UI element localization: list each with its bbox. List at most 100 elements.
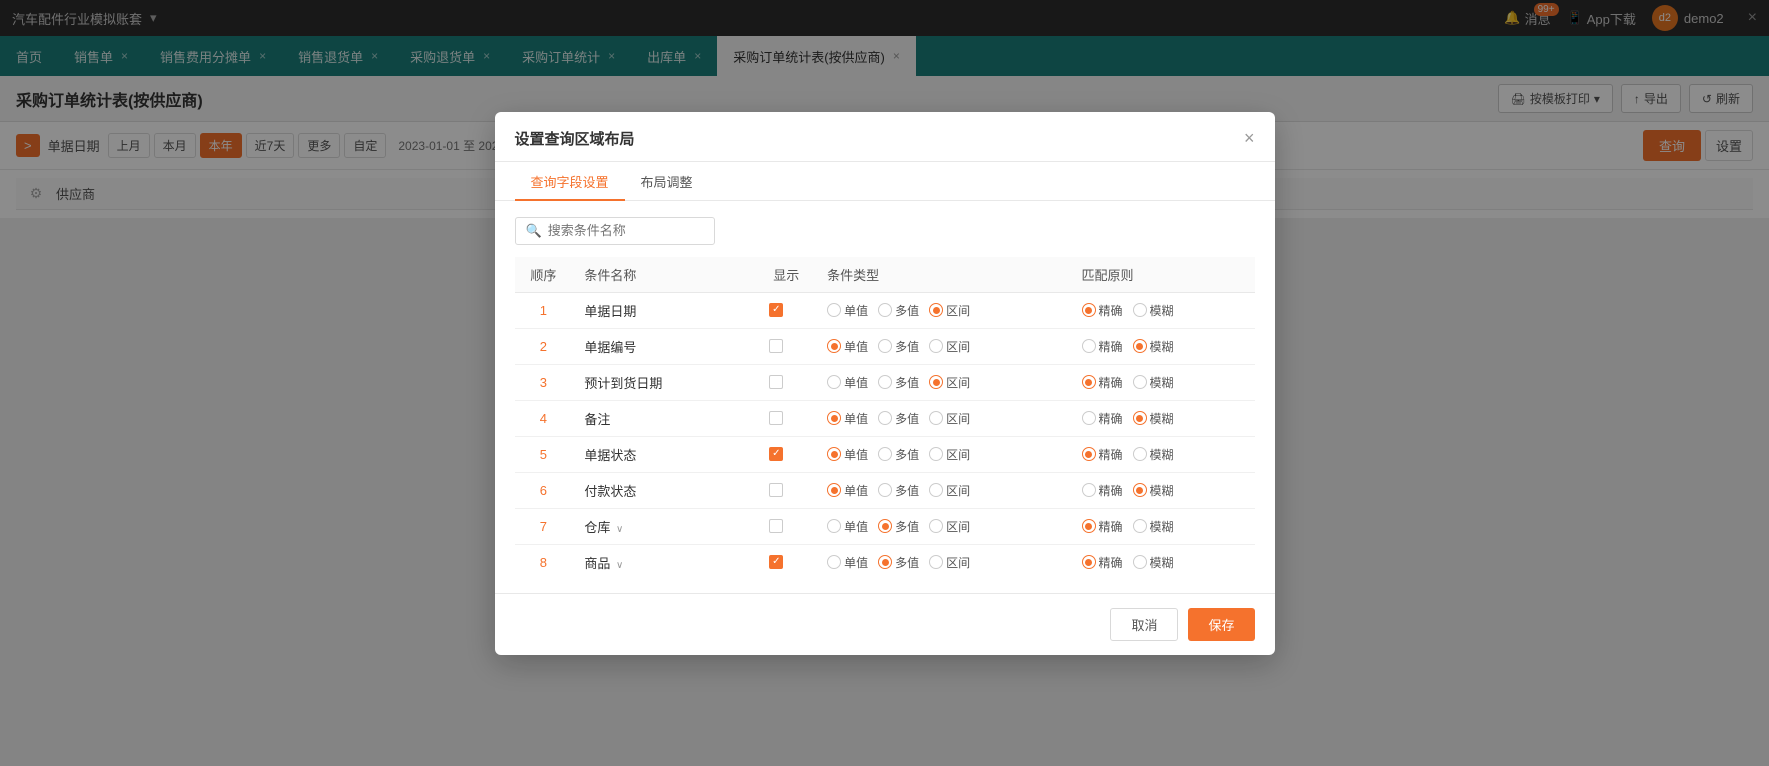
- row-display: [757, 400, 815, 436]
- type-radio-item[interactable]: 多值: [878, 410, 919, 427]
- match-radio-item[interactable]: 精确: [1082, 302, 1123, 319]
- display-checkbox[interactable]: [769, 411, 783, 425]
- type-radio-item[interactable]: 区间: [929, 302, 970, 319]
- search-input[interactable]: [548, 223, 724, 238]
- row-name: 备注: [572, 400, 757, 436]
- radio-circle: [1133, 483, 1147, 497]
- modal-tab-query-fields[interactable]: 查询字段设置: [515, 162, 625, 201]
- type-radio-item[interactable]: 多值: [878, 374, 919, 391]
- type-radio-item[interactable]: 单值: [827, 446, 868, 463]
- row-match: 精确模糊: [1070, 508, 1255, 544]
- row-order: 5: [515, 436, 573, 472]
- row-name: 单据状态: [572, 436, 757, 472]
- type-radio-item[interactable]: 区间: [929, 482, 970, 499]
- type-radio-item[interactable]: 多值: [878, 518, 919, 535]
- radio-circle: [1133, 411, 1147, 425]
- match-radio-item[interactable]: 模糊: [1133, 410, 1174, 427]
- condition-search-bar: 🔍: [515, 217, 715, 245]
- col-match: 匹配原则: [1070, 257, 1255, 293]
- type-radio-item[interactable]: 单值: [827, 482, 868, 499]
- radio-circle: [929, 447, 943, 461]
- match-radio-item[interactable]: 精确: [1082, 482, 1123, 499]
- type-radio-item[interactable]: 区间: [929, 338, 970, 355]
- type-radio-item[interactable]: 多值: [878, 482, 919, 499]
- radio-circle: [929, 555, 943, 569]
- display-checkbox[interactable]: [769, 555, 783, 569]
- display-checkbox[interactable]: [769, 375, 783, 389]
- match-radio-item[interactable]: 模糊: [1133, 374, 1174, 391]
- display-checkbox[interactable]: [769, 519, 783, 533]
- match-radio-item[interactable]: 模糊: [1133, 482, 1174, 499]
- match-radio-item[interactable]: 模糊: [1133, 446, 1174, 463]
- radio-circle: [827, 519, 841, 533]
- cancel-btn[interactable]: 取消: [1110, 608, 1178, 641]
- type-radio-item[interactable]: 多值: [878, 302, 919, 319]
- row-match: 精确模糊: [1070, 472, 1255, 508]
- type-radio-item[interactable]: 单值: [827, 410, 868, 427]
- row-type: 单值多值区间: [815, 508, 1069, 544]
- match-radio-item[interactable]: 精确: [1082, 518, 1123, 535]
- modal-tab-layout[interactable]: 布局调整: [625, 162, 709, 201]
- match-radio-item[interactable]: 模糊: [1133, 302, 1174, 319]
- radio-circle: [878, 447, 892, 461]
- type-radio-item[interactable]: 单值: [827, 338, 868, 355]
- table-row: 3预计到货日期单值多值区间精确模糊: [515, 364, 1255, 400]
- type-radio-item[interactable]: 区间: [929, 374, 970, 391]
- match-radio-item[interactable]: 精确: [1082, 446, 1123, 463]
- modal-body: 🔍 顺序 条件名称 显示 条件类型 匹配原则: [495, 201, 1275, 593]
- match-radio-item[interactable]: 精确: [1082, 554, 1123, 571]
- match-radio-item[interactable]: 精确: [1082, 338, 1123, 355]
- row-order: 4: [515, 400, 573, 436]
- type-radio-item[interactable]: 单值: [827, 554, 868, 571]
- type-radio-item[interactable]: 区间: [929, 410, 970, 427]
- table-row: 7仓库 ∨单值多值区间精确模糊: [515, 508, 1255, 544]
- radio-circle: [929, 339, 943, 353]
- row-match: 精确模糊: [1070, 544, 1255, 577]
- display-checkbox[interactable]: [769, 447, 783, 461]
- conditions-table-scroll[interactable]: 顺序 条件名称 显示 条件类型 匹配原则 1单据日期单值多值区间精确模糊2单据编…: [515, 257, 1255, 577]
- table-row: 8商品 ∨单值多值区间精确模糊: [515, 544, 1255, 577]
- dropdown-arrow-icon[interactable]: ∨: [616, 560, 623, 571]
- table-row: 2单据编号单值多值区间精确模糊: [515, 328, 1255, 364]
- radio-circle: [1133, 339, 1147, 353]
- type-radio-item[interactable]: 区间: [929, 518, 970, 535]
- type-radio-item[interactable]: 区间: [929, 446, 970, 463]
- row-type: 单值多值区间: [815, 472, 1069, 508]
- type-radio-item[interactable]: 单值: [827, 374, 868, 391]
- match-radio-item[interactable]: 精确: [1082, 410, 1123, 427]
- search-icon: 🔍: [526, 223, 542, 239]
- type-radio-item[interactable]: 区间: [929, 554, 970, 571]
- match-radio-item[interactable]: 模糊: [1133, 554, 1174, 571]
- radio-circle: [1082, 303, 1096, 317]
- table-row: 4备注 单值多值区间 精确模糊: [515, 400, 1255, 436]
- radio-circle: [827, 483, 841, 497]
- match-radio-item[interactable]: 精确: [1082, 374, 1123, 391]
- match-radio-item[interactable]: 模糊: [1133, 518, 1174, 535]
- type-radio-item[interactable]: 多值: [878, 446, 919, 463]
- row-name: 单据编号: [572, 328, 757, 364]
- dropdown-arrow-icon[interactable]: ∨: [616, 524, 623, 535]
- type-radio-item[interactable]: 单值: [827, 302, 868, 319]
- type-radio-item[interactable]: 多值: [878, 554, 919, 571]
- radio-circle: [827, 375, 841, 389]
- radio-circle: [878, 411, 892, 425]
- row-name: 付款状态: [572, 472, 757, 508]
- radio-circle: [1082, 447, 1096, 461]
- radio-circle: [1082, 483, 1096, 497]
- row-display: [757, 364, 815, 400]
- modal-footer: 取消 保存: [495, 593, 1275, 655]
- row-match: 精确模糊: [1070, 292, 1255, 328]
- modal-close-btn[interactable]: ×: [1244, 129, 1255, 147]
- row-name: 预计到货日期: [572, 364, 757, 400]
- type-radio-item[interactable]: 多值: [878, 338, 919, 355]
- display-checkbox[interactable]: [769, 303, 783, 317]
- display-checkbox[interactable]: [769, 483, 783, 497]
- type-radio-item[interactable]: 单值: [827, 518, 868, 535]
- radio-circle: [878, 519, 892, 533]
- match-radio-item[interactable]: 模糊: [1133, 338, 1174, 355]
- row-display: [757, 436, 815, 472]
- radio-circle: [929, 519, 943, 533]
- display-checkbox[interactable]: [769, 339, 783, 353]
- radio-circle: [827, 447, 841, 461]
- save-btn[interactable]: 保存: [1188, 608, 1254, 641]
